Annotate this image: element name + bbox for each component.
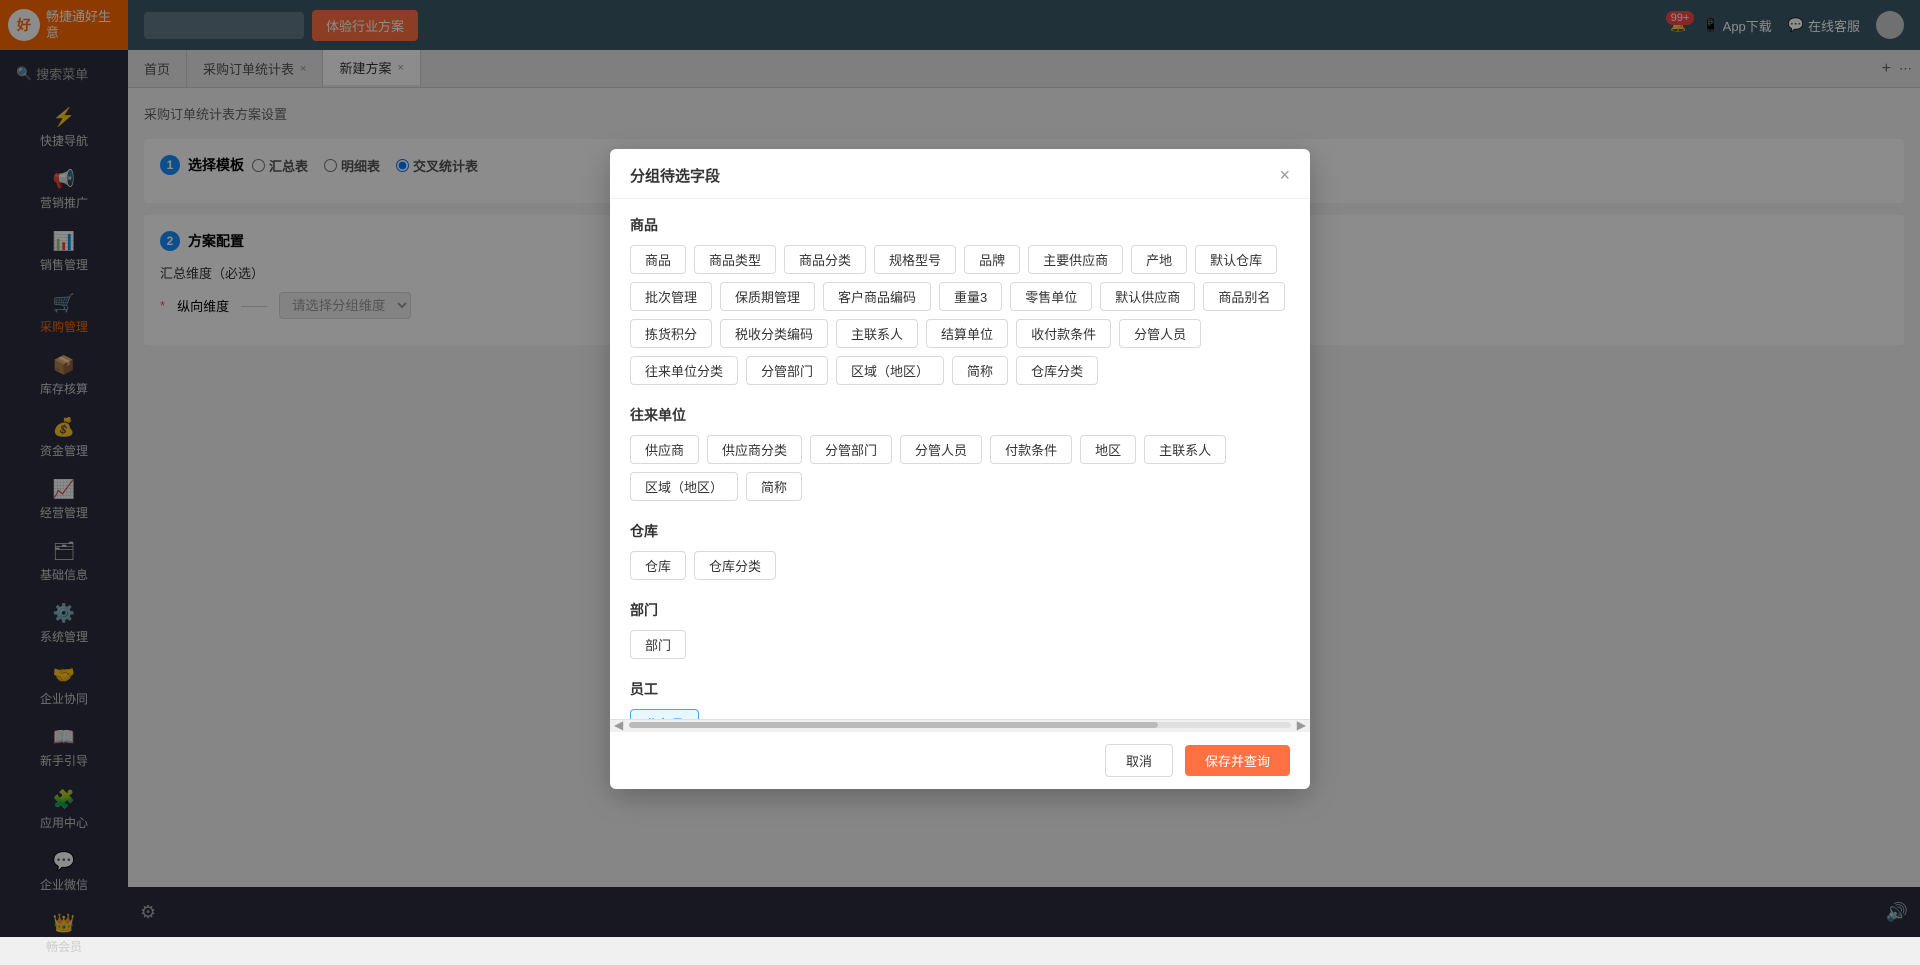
modal-header: 分组待选字段 × — [610, 149, 1310, 199]
product-field-tags: 商品 商品类型 商品分类 规格型号 品牌 主要供应商 产地 默认仓库 批次管理 … — [630, 245, 1290, 385]
field-tag[interactable]: 默认仓库 — [1195, 245, 1277, 274]
section-partner-title: 往来单位 — [630, 405, 1290, 425]
staff-field-tags: 业务员 — [630, 709, 1290, 719]
field-tag[interactable]: 结算单位 — [926, 319, 1008, 348]
field-tag[interactable]: 零售单位 — [1010, 282, 1092, 311]
section-department: 部门 部门 — [630, 600, 1290, 659]
field-tag[interactable]: 商品分类 — [784, 245, 866, 274]
field-tag[interactable]: 供应商分类 — [707, 435, 802, 464]
field-tag[interactable]: 分管人员 — [900, 435, 982, 464]
field-tag[interactable]: 税收分类编码 — [720, 319, 828, 348]
modal-horizontal-scrollbar[interactable]: ◀ ▶ — [610, 719, 1310, 731]
field-tag[interactable]: 分管部门 — [810, 435, 892, 464]
field-tag[interactable]: 商品类型 — [694, 245, 776, 274]
field-tag[interactable]: 主要供应商 — [1028, 245, 1123, 274]
section-product: 商品 商品 商品类型 商品分类 规格型号 品牌 主要供应商 产地 默认仓库 批次… — [630, 215, 1290, 385]
field-tag[interactable]: 区域（地区） — [836, 356, 944, 385]
field-tag[interactable]: 分管人员 — [1119, 319, 1201, 348]
department-field-tags: 部门 — [630, 630, 1290, 659]
field-tag[interactable]: 仓库分类 — [1016, 356, 1098, 385]
field-tag[interactable]: 保质期管理 — [720, 282, 815, 311]
field-tag[interactable]: 品牌 — [964, 245, 1020, 274]
field-tag[interactable]: 规格型号 — [874, 245, 956, 274]
sidebar-item-label: 畅会员 — [46, 938, 82, 955]
confirm-button[interactable]: 保存并查询 — [1185, 745, 1290, 776]
field-tag[interactable]: 收付款条件 — [1016, 319, 1111, 348]
field-tag[interactable]: 产地 — [1131, 245, 1187, 274]
field-tag[interactable]: 拣货积分 — [630, 319, 712, 348]
section-partner: 往来单位 供应商 供应商分类 分管部门 分管人员 付款条件 地区 主联系人 区域… — [630, 405, 1290, 501]
section-staff: 员工 业务员 — [630, 679, 1290, 719]
scrollbar-track — [629, 722, 1291, 728]
field-tag[interactable]: 商品别名 — [1203, 282, 1285, 311]
field-tag[interactable]: 供应商 — [630, 435, 699, 464]
field-tag[interactable]: 地区 — [1080, 435, 1136, 464]
field-tag[interactable]: 区域（地区） — [630, 472, 738, 501]
field-tag[interactable]: 默认供应商 — [1100, 282, 1195, 311]
modal-title: 分组待选字段 — [630, 165, 720, 186]
partner-field-tags: 供应商 供应商分类 分管部门 分管人员 付款条件 地区 主联系人 区域（地区） … — [630, 435, 1290, 501]
section-department-title: 部门 — [630, 600, 1290, 620]
scrollbar-thumb[interactable] — [629, 722, 1158, 728]
field-tag-staff-selected[interactable]: 业务员 — [630, 709, 699, 719]
field-tag[interactable]: 商品 — [630, 245, 686, 274]
field-select-modal: 分组待选字段 × 商品 商品 商品类型 商品分类 规格型号 品牌 主要供应商 产… — [610, 149, 1310, 789]
field-tag[interactable]: 批次管理 — [630, 282, 712, 311]
section-staff-title: 员工 — [630, 679, 1290, 699]
field-tag[interactable]: 简称 — [746, 472, 802, 501]
modal-close-button[interactable]: × — [1279, 165, 1290, 186]
cancel-button[interactable]: 取消 — [1105, 744, 1173, 777]
field-tag[interactable]: 客户商品编码 — [823, 282, 931, 311]
field-tag[interactable]: 仓库 — [630, 551, 686, 580]
modal-body[interactable]: 商品 商品 商品类型 商品分类 规格型号 品牌 主要供应商 产地 默认仓库 批次… — [610, 199, 1310, 719]
field-tag[interactable]: 简称 — [952, 356, 1008, 385]
field-tag[interactable]: 主联系人 — [836, 319, 918, 348]
field-tag[interactable]: 仓库分类 — [694, 551, 776, 580]
field-tag[interactable]: 主联系人 — [1144, 435, 1226, 464]
field-tag[interactable]: 部门 — [630, 630, 686, 659]
warehouse-field-tags: 仓库 仓库分类 — [630, 551, 1290, 580]
modal-overlay: 分组待选字段 × 商品 商品 商品类型 商品分类 规格型号 品牌 主要供应商 产… — [0, 0, 1920, 937]
field-tag[interactable]: 往来单位分类 — [630, 356, 738, 385]
field-tag[interactable]: 重量3 — [939, 282, 1002, 311]
field-tag[interactable]: 付款条件 — [990, 435, 1072, 464]
field-tag[interactable]: 分管部门 — [746, 356, 828, 385]
section-product-title: 商品 — [630, 215, 1290, 235]
modal-footer: 取消 保存并查询 — [610, 731, 1310, 789]
section-warehouse: 仓库 仓库 仓库分类 — [630, 521, 1290, 580]
section-warehouse-title: 仓库 — [630, 521, 1290, 541]
